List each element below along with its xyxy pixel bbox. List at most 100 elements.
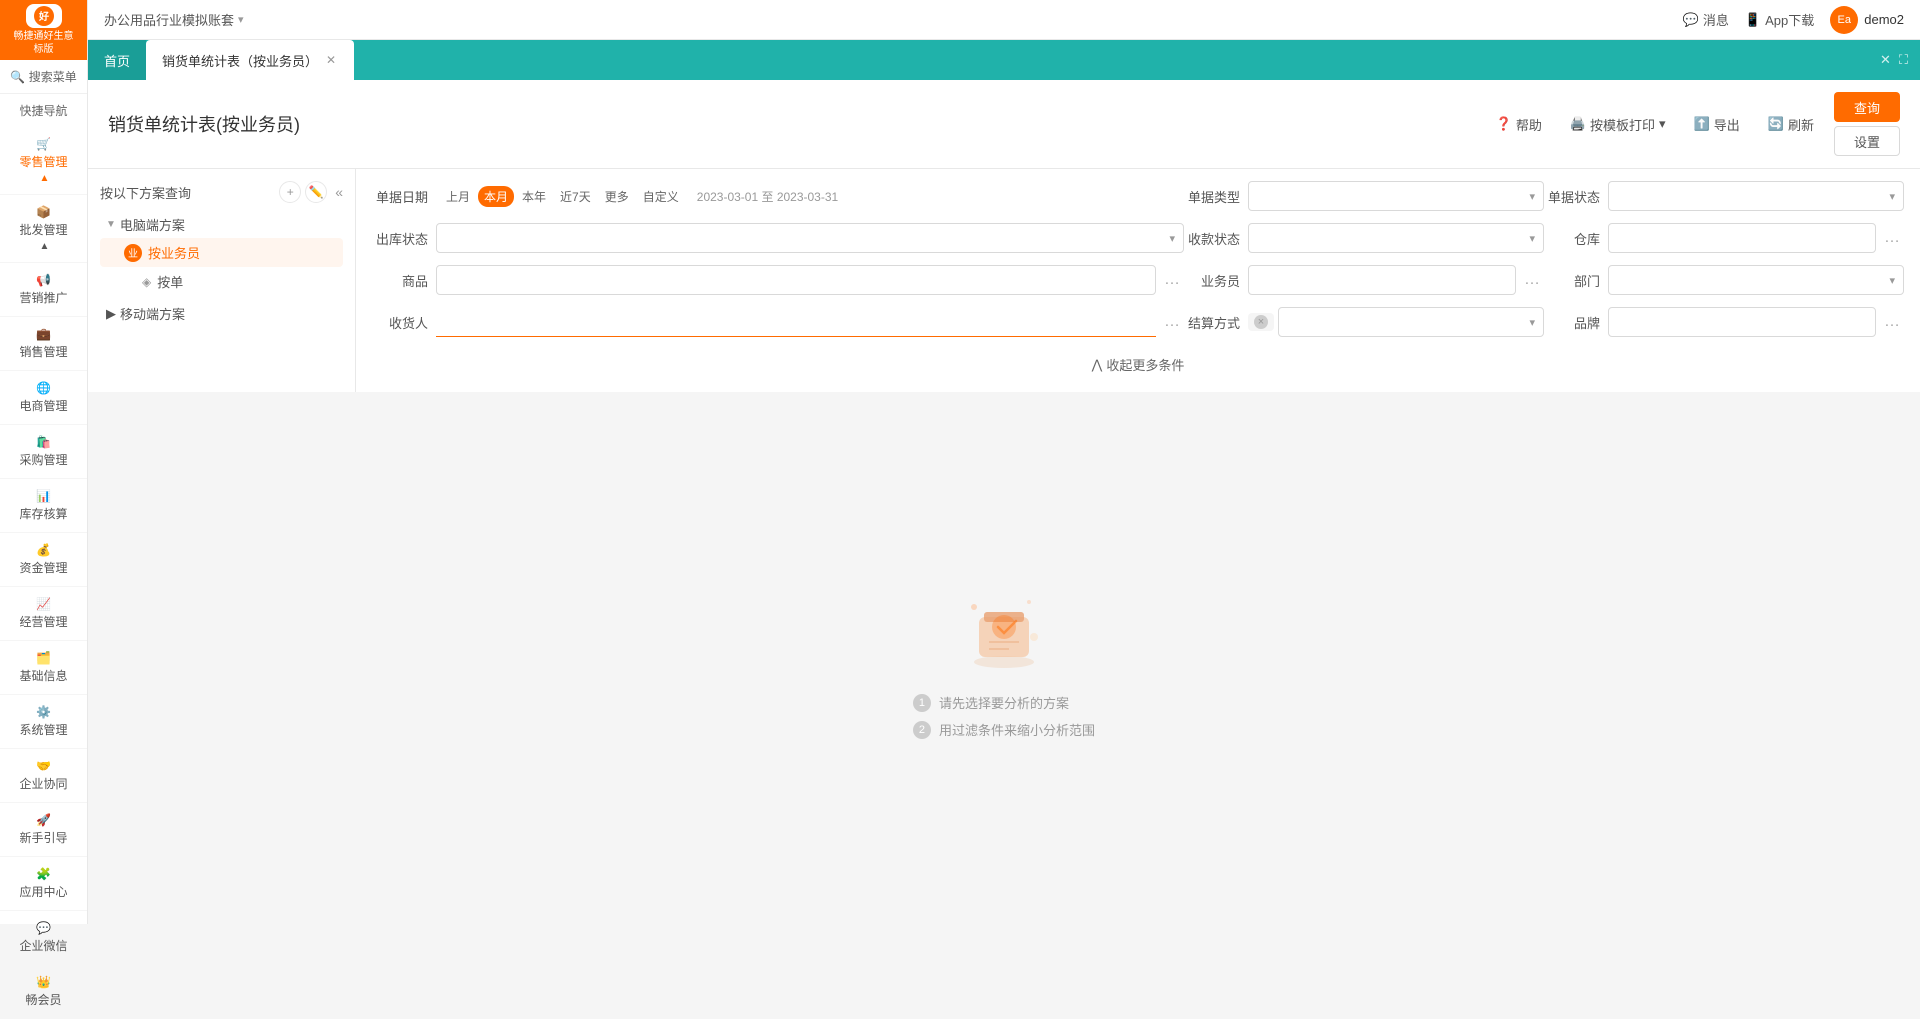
sidebar-item-inventory[interactable]: 📊 库存核算 (0, 479, 87, 533)
left-panel-header: 按以下方案查询 + ✏️ « (100, 181, 343, 203)
tab-close-window-icon[interactable]: ✕ (1880, 52, 1891, 68)
dept-label: 部门 (1544, 271, 1600, 290)
sidebar-item-ecommerce[interactable]: 🌐 电商管理 (0, 371, 87, 425)
sidebar-item-system[interactable]: ⚙️ 系统管理 (0, 695, 87, 749)
system-label: 系统管理 (4, 721, 83, 738)
topbar-message-btn[interactable]: 💬 消息 (1683, 10, 1729, 29)
filter-salesman-field: 业务员 … (1184, 265, 1544, 295)
refresh-btn[interactable]: 🔄 刷新 (1760, 111, 1822, 138)
edit-scheme-btn[interactable]: ✏️ (305, 181, 327, 203)
marketing-icon: 📢 (36, 273, 51, 287)
date-tab-more[interactable]: 更多 (599, 186, 635, 207)
sales-label: 销售管理 (4, 343, 83, 360)
payment-method-select[interactable]: ▾ (1278, 307, 1544, 337)
scheme-group-mobile-header[interactable]: ▶ 移动端方案 (100, 300, 343, 327)
scheme-item-icon: 业 (124, 244, 142, 262)
settings-btn[interactable]: 设置 (1834, 126, 1900, 156)
tab-close-icon[interactable]: ✕ (324, 53, 338, 67)
wechat-icon: 💬 (36, 921, 51, 935)
template-print-btn[interactable]: 🖨️ 按模板打印 ▾ (1562, 111, 1674, 138)
tabbar: 首页 销货单统计表（按业务员） ✕ ✕ ⛶ (88, 40, 1920, 80)
ecommerce-label: 电商管理 (4, 397, 83, 414)
sidebar-item-basic[interactable]: 🗂️ 基础信息 (0, 641, 87, 695)
warehouse-input[interactable] (1608, 223, 1876, 253)
date-range-display: 2023-03-01 至 2023-03-31 (697, 188, 838, 205)
brand-dots[interactable]: … (1880, 313, 1904, 331)
out-status-select[interactable]: ▾ (436, 223, 1184, 253)
warehouse-dots[interactable]: … (1880, 229, 1904, 247)
salesman-input[interactable] (1248, 265, 1516, 295)
empty-steps: 1 请先选择要分析的方案 2 用过滤条件来缩小分析范围 (913, 693, 1095, 739)
page-header: 销货单统计表(按业务员) ❓ 帮助 🖨️ 按模板打印 ▾ ⬆️ 导出 🔄 刷 (88, 80, 1920, 169)
filter-row-3: 商品 … 业务员 … 部门 (372, 265, 1904, 295)
sidebar-item-wholesale[interactable]: 📦 批发管理 ▲ (0, 195, 87, 263)
tab-expand-area: ✕ ⛶ (1868, 40, 1920, 80)
retail-arrow: ▲ (40, 173, 50, 184)
receipt-status-select[interactable]: ▾ (1248, 223, 1544, 253)
refresh-label: 刷新 (1788, 115, 1814, 134)
apps-label: 应用中心 (4, 883, 83, 900)
brand-input[interactable] (1608, 307, 1876, 337)
sidebar-item-marketing[interactable]: 📢 营销推广 (0, 263, 87, 317)
message-icon: 💬 (1683, 12, 1699, 28)
main-area: 办公用品行业模拟账套 ▾ 💬 消息 📱 App下载 Ea demo2 首页 销货… (88, 0, 1920, 924)
sidebar-search-item[interactable]: 🔍 搜索菜单 (0, 60, 87, 94)
tab-maximize-icon[interactable]: ⛶ (1899, 52, 1908, 68)
receipt-status-label: 收款状态 (1184, 229, 1240, 248)
basic-label: 基础信息 (4, 667, 83, 684)
date-tab-custom[interactable]: 自定义 (637, 186, 685, 207)
dept-arrow: ▾ (1889, 274, 1895, 287)
sidebar-item-wechat[interactable]: 💬 企业微信 (0, 911, 87, 965)
date-tab-this-month[interactable]: 本月 (478, 186, 514, 207)
sidebar-item-operation[interactable]: 📈 经营管理 (0, 587, 87, 641)
scheme-group-desktop-header[interactable]: ▼ 电脑端方案 (100, 211, 343, 238)
sidebar-item-retail[interactable]: 🛒 零售管理 ▲ (0, 127, 87, 195)
payment-tag-close[interactable]: × (1254, 315, 1268, 329)
edit-icon: ✏️ (309, 185, 324, 199)
salesman-dots[interactable]: … (1520, 271, 1544, 289)
receiver-dots[interactable]: … (1160, 313, 1184, 331)
add-scheme-btn[interactable]: + (279, 181, 301, 203)
warehouse-input-area: … (1608, 223, 1904, 253)
help-label: 帮助 (1516, 115, 1542, 134)
doc-status-select[interactable]: ▾ (1608, 181, 1904, 211)
date-tab-last-month[interactable]: 上月 (440, 186, 476, 207)
date-label: 单据日期 (372, 187, 428, 206)
scheme-item-by-salesman[interactable]: 业 按业务员 (100, 238, 343, 267)
tab-sales-stats[interactable]: 销货单统计表（按业务员） ✕ (146, 40, 354, 80)
sidebar-item-enterprise[interactable]: 🤝 企业协同 (0, 749, 87, 803)
sidebar-item-finance[interactable]: 💰 资金管理 (0, 533, 87, 587)
sub-item-by-order[interactable]: ◈ 按单 (100, 267, 343, 296)
help-btn[interactable]: ❓ 帮助 (1488, 111, 1550, 138)
date-tabs: 上月 本月 本年 近7天 更多 自定义 (440, 186, 685, 207)
ecommerce-icon: 🌐 (36, 381, 51, 395)
sidebar-item-member[interactable]: 👑 畅会员 (0, 965, 87, 1019)
page-title: 销货单统计表(按业务员) (108, 111, 300, 137)
sidebar-item-beginner[interactable]: 🚀 新手引导 (0, 803, 87, 857)
receiver-input[interactable] (436, 307, 1156, 337)
export-btn[interactable]: ⬆️ 导出 (1686, 111, 1748, 138)
sidebar-item-sales[interactable]: 💼 销售管理 (0, 317, 87, 371)
scheme-item-label: 按业务员 (148, 243, 200, 262)
topbar-title[interactable]: 办公用品行业模拟账套 ▾ (104, 10, 244, 29)
filter-row-1: 单据日期 上月 本月 本年 近7天 更多 自定义 2023-03-01 至 20… (372, 181, 1904, 211)
collapse-more-btn[interactable]: ⋀ 收起更多条件 (372, 349, 1904, 380)
goods-dots[interactable]: … (1160, 271, 1184, 289)
tab-home[interactable]: 首页 (88, 40, 146, 80)
sidebar-item-purchase[interactable]: 🛍️ 采购管理 (0, 425, 87, 479)
goods-input[interactable] (436, 265, 1156, 295)
topbar-app-btn[interactable]: 📱 App下载 (1745, 10, 1814, 29)
logo-area[interactable]: 好 畅捷通好生意标版 (0, 0, 87, 60)
doc-type-select[interactable]: ▾ (1248, 181, 1544, 211)
date-tab-7days[interactable]: 近7天 (554, 186, 597, 207)
mobile-group-label: 移动端方案 (120, 304, 185, 323)
quick-nav-item[interactable]: 快捷导航 (0, 94, 87, 127)
sidebar-item-apps[interactable]: 🧩 应用中心 (0, 857, 87, 911)
topbar-user-area[interactable]: Ea demo2 (1830, 6, 1904, 34)
query-btn[interactable]: 查询 (1834, 92, 1900, 122)
collapse-panel-btn[interactable]: « (335, 184, 343, 200)
warehouse-label: 仓库 (1544, 229, 1600, 248)
date-tab-this-year[interactable]: 本年 (516, 186, 552, 207)
empty-step-2: 2 用过滤条件来缩小分析范围 (913, 720, 1095, 739)
dept-select[interactable]: ▾ (1608, 265, 1904, 295)
